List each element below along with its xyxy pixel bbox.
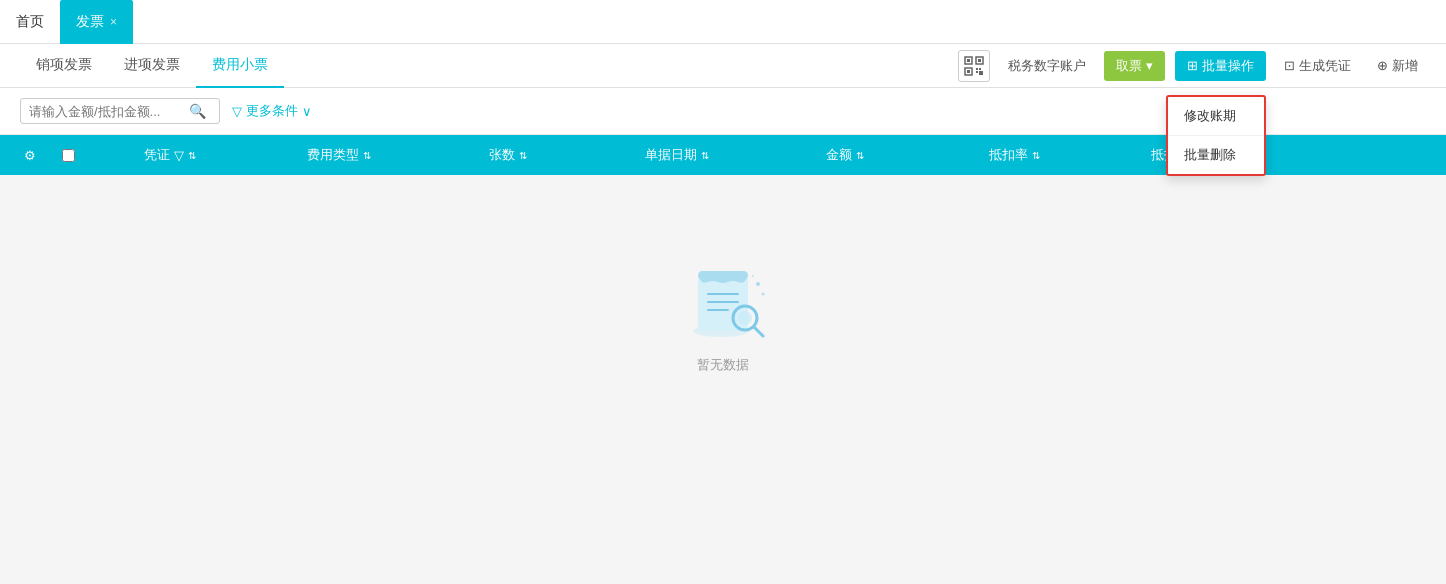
tax-account-button[interactable]: 税务数字账户 xyxy=(1000,57,1094,75)
more-filter-button[interactable]: ▽ 更多条件 ∨ xyxy=(232,102,312,120)
batch-dropdown-menu: 修改账期 批量删除 xyxy=(1166,95,1266,176)
th-expense-type[interactable]: 费用类型 ⇅ xyxy=(255,146,424,164)
svg-rect-9 xyxy=(979,71,983,75)
svg-rect-1 xyxy=(967,59,970,62)
th-expense-sort-icon: ⇅ xyxy=(363,150,371,161)
add-icon: ⊕ xyxy=(1377,58,1388,73)
th-voucher-label: 凭证 xyxy=(144,146,170,164)
empty-state: 暂无数据 xyxy=(0,175,1446,455)
filter-arrow-icon: ∨ xyxy=(302,104,312,119)
search-icon[interactable]: 🔍 xyxy=(189,103,206,119)
search-input[interactable] xyxy=(29,104,189,119)
generate-voucher-button[interactable]: ⊡ 生成凭证 xyxy=(1276,51,1359,81)
generate-label: 生成凭证 xyxy=(1299,57,1351,75)
settings-icon: ⚙ xyxy=(24,148,36,163)
top-nav: 首页 发票 × xyxy=(0,0,1446,44)
nav-tab-fapiao[interactable]: 发票 × xyxy=(60,0,133,44)
nav-tab-label: 发票 xyxy=(76,13,104,31)
svg-rect-5 xyxy=(967,70,970,73)
batch-btn-wrap: ⊞ 批量操作 修改账期 批量删除 xyxy=(1175,51,1266,81)
select-all-checkbox[interactable] xyxy=(62,149,75,162)
add-label: 新增 xyxy=(1392,57,1418,75)
th-settings[interactable]: ⚙ xyxy=(10,148,50,163)
empty-state-icon xyxy=(673,256,773,346)
batch-icon: ⊞ xyxy=(1187,58,1198,73)
generate-icon: ⊡ xyxy=(1284,58,1295,73)
batch-operation-button[interactable]: ⊞ 批量操作 xyxy=(1175,51,1266,81)
svg-line-16 xyxy=(754,327,763,336)
tab-xiaoxiang[interactable]: 销项发票 xyxy=(20,44,108,88)
th-amount[interactable]: 金额 ⇅ xyxy=(761,146,930,164)
toolbar-right: 税务数字账户 取票 ▾ ⊞ 批量操作 修改账期 批量删除 ⊡ 生成凭证 ⊕ 新增 xyxy=(958,50,1426,82)
th-count-label: 张数 xyxy=(489,146,515,164)
tab-jinxiang[interactable]: 进项发票 xyxy=(108,44,196,88)
svg-point-19 xyxy=(752,275,754,277)
th-date-sort-icon: ⇅ xyxy=(701,150,709,161)
th-amount-sort-icon: ⇅ xyxy=(856,150,864,161)
svg-point-15 xyxy=(738,311,752,325)
svg-rect-7 xyxy=(979,68,981,70)
th-voucher[interactable]: 凭证 ▽ ⇅ xyxy=(86,146,255,164)
svg-rect-8 xyxy=(976,71,978,73)
svg-rect-6 xyxy=(976,68,978,70)
th-deduct-rate-label: 抵扣率 xyxy=(989,146,1028,164)
th-amount-label: 金额 xyxy=(826,146,852,164)
qr-icon xyxy=(964,56,984,76)
th-date[interactable]: 单据日期 ⇅ xyxy=(592,146,761,164)
th-expense-label: 费用类型 xyxy=(307,146,359,164)
svg-point-17 xyxy=(756,282,760,286)
quepiao-arrow-icon: ▾ xyxy=(1146,58,1153,73)
quepiao-button[interactable]: 取票 ▾ xyxy=(1104,51,1165,81)
th-voucher-filter-icon: ▽ xyxy=(174,148,184,163)
svg-point-18 xyxy=(762,293,765,296)
add-new-button[interactable]: ⊕ 新增 xyxy=(1369,51,1426,81)
th-checkbox[interactable] xyxy=(50,149,86,162)
filter-icon: ▽ xyxy=(232,104,242,119)
th-voucher-sort-icon: ⇅ xyxy=(188,150,196,161)
dropdown-item-modify-period[interactable]: 修改账期 xyxy=(1168,97,1264,135)
batch-label: 批量操作 xyxy=(1202,57,1254,75)
th-deduct-rate[interactable]: 抵扣率 ⇅ xyxy=(930,146,1099,164)
dropdown-item-batch-delete[interactable]: 批量删除 xyxy=(1168,135,1264,174)
quepiao-label: 取票 xyxy=(1116,57,1142,75)
search-input-wrap[interactable]: 🔍 xyxy=(20,98,220,124)
qr-button[interactable] xyxy=(958,50,990,82)
th-date-label: 单据日期 xyxy=(645,146,697,164)
th-count-sort-icon: ⇅ xyxy=(519,150,527,161)
tab-feiyong[interactable]: 费用小票 xyxy=(196,44,284,88)
th-count[interactable]: 张数 ⇅ xyxy=(424,146,593,164)
svg-rect-3 xyxy=(978,59,981,62)
nav-tab-close-icon[interactable]: × xyxy=(110,15,117,29)
sub-tabs-bar: 销项发票 进项发票 费用小票 税务数字账户 取票 ▾ xyxy=(0,44,1446,88)
th-deduct-rate-sort-icon: ⇅ xyxy=(1032,150,1040,161)
filter-label: 更多条件 xyxy=(246,102,298,120)
empty-state-text: 暂无数据 xyxy=(697,356,749,374)
nav-home[interactable]: 首页 xyxy=(0,0,60,44)
